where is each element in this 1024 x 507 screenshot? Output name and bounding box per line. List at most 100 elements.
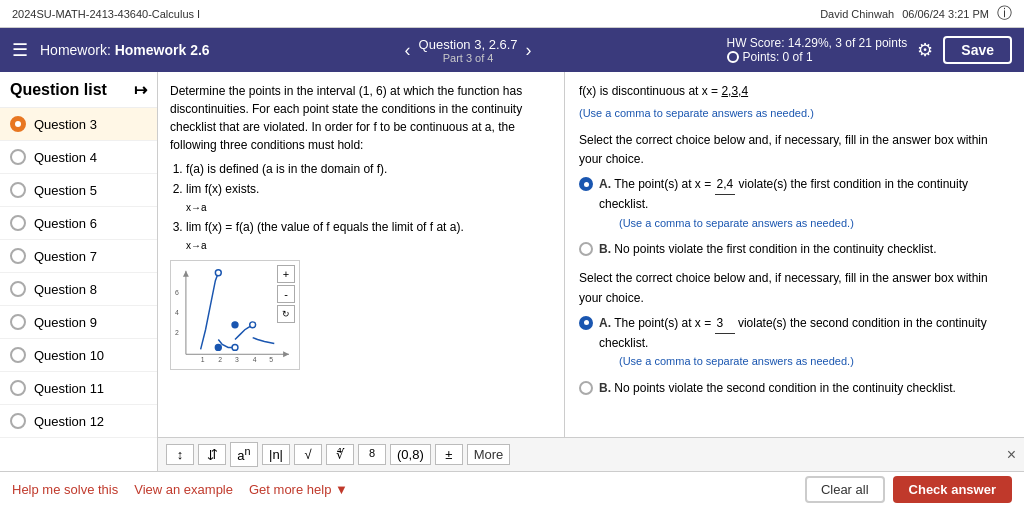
- prev-question-button[interactable]: ‹: [405, 40, 411, 61]
- math-btn-superscript[interactable]: an: [230, 442, 258, 466]
- svg-text:3: 3: [235, 356, 239, 363]
- sidebar-item-question5[interactable]: Question 5: [0, 174, 157, 207]
- sidebar-item-question3[interactable]: Question 3: [0, 108, 157, 141]
- math-btn-more[interactable]: More: [467, 444, 511, 465]
- clear-all-button[interactable]: Clear all: [805, 476, 885, 503]
- settings-button[interactable]: ⚙: [917, 39, 933, 61]
- svg-text:4: 4: [253, 356, 257, 363]
- points-circle-icon: [727, 51, 739, 63]
- math-btn-plusminus[interactable]: ±: [435, 444, 463, 465]
- use-comma-note[interactable]: (Use a comma to separate answers as need…: [579, 105, 1010, 123]
- svg-point-12: [215, 270, 221, 276]
- first-condition-group: A. The point(s) at x = 2,4 violate(s) th…: [579, 175, 1010, 259]
- collapse-sidebar-icon[interactable]: ↦: [134, 80, 147, 99]
- second-condition-option-a[interactable]: A. The point(s) at x = 3 violate(s) the …: [579, 314, 1010, 375]
- q6-circle: [10, 215, 26, 231]
- first-condition-option-a[interactable]: A. The point(s) at x = 2,4 violate(s) th…: [579, 175, 1010, 236]
- svg-text:1: 1: [201, 356, 205, 363]
- second-condition-group: A. The point(s) at x = 3 violate(s) the …: [579, 314, 1010, 398]
- sidebar-item-question9[interactable]: Question 9: [0, 306, 157, 339]
- second-b-radio[interactable]: [579, 381, 593, 395]
- math-btn-updown[interactable]: ↕: [166, 444, 194, 465]
- q3-circle: [10, 116, 26, 132]
- second-condition-comma-link[interactable]: (Use a comma to separate answers as need…: [619, 353, 1010, 371]
- svg-text:2: 2: [218, 356, 222, 363]
- svg-marker-3: [183, 271, 189, 277]
- question-list-header: Question list ↦: [0, 72, 157, 108]
- q9-circle: [10, 314, 26, 330]
- get-more-help-dropdown[interactable]: Get more help ▼: [249, 482, 348, 497]
- sidebar-item-question7[interactable]: Question 7: [0, 240, 157, 273]
- svg-point-16: [250, 322, 256, 328]
- view-example-link[interactable]: View an example: [134, 482, 233, 497]
- sidebar-item-question4[interactable]: Question 4: [0, 141, 157, 174]
- homework-title: Homework: Homework 2.6: [40, 42, 210, 58]
- zoom-out-button[interactable]: -: [277, 285, 295, 303]
- bottom-bar: Help me solve this View an example Get m…: [0, 471, 1024, 507]
- svg-text:6: 6: [175, 289, 179, 296]
- select-correct-label-2: Select the correct choice below and, if …: [579, 269, 1010, 307]
- nav-center: ‹ Question 3, 2.6.7 Part 3 of 4 ›: [222, 37, 715, 64]
- help-solve-link[interactable]: Help me solve this: [12, 482, 118, 497]
- sidebar-item-question12[interactable]: Question 12: [0, 405, 157, 438]
- course-title: 2024SU-MATH-2413-43640-Calculus I: [12, 8, 200, 20]
- save-button[interactable]: Save: [943, 36, 1012, 64]
- math-btn-abs[interactable]: |n|: [262, 444, 290, 465]
- main-layout: Question list ↦ Question 3 Question 4 Qu…: [0, 72, 1024, 507]
- discontinuous-statement: f(x) is discontinuous at x = 2,3,4: [579, 82, 1010, 101]
- help-icon[interactable]: ⓘ: [997, 4, 1012, 23]
- toolbar-close-button[interactable]: ×: [1007, 446, 1016, 464]
- q8-circle: [10, 281, 26, 297]
- first-condition-comma-link[interactable]: (Use a comma to separate answers as need…: [619, 215, 1010, 233]
- math-btn-sqrt[interactable]: √: [294, 444, 322, 465]
- second-a-radio[interactable]: [579, 316, 593, 330]
- condition-1: f(a) is defined (a is in the domain of f…: [186, 160, 552, 178]
- condition-2: lim f(x) exists. x→a: [186, 180, 552, 216]
- math-btn-nthroot[interactable]: ∜: [326, 444, 354, 465]
- first-b-radio[interactable]: [579, 242, 593, 256]
- q4-circle: [10, 149, 26, 165]
- sidebar-item-question6[interactable]: Question 6: [0, 207, 157, 240]
- top-bar: 2024SU-MATH-2413-43640-Calculus I David …: [0, 0, 1024, 28]
- svg-point-14: [232, 344, 238, 350]
- check-answer-button[interactable]: Check answer: [893, 476, 1012, 503]
- sidebar-item-question11[interactable]: Question 11: [0, 372, 157, 405]
- question-info: Question 3, 2.6.7 Part 3 of 4: [419, 37, 518, 64]
- svg-point-13: [215, 344, 221, 350]
- condition-3: lim f(x) = f(a) (the value of f equals t…: [186, 218, 552, 254]
- svg-text:4: 4: [175, 309, 179, 316]
- select-correct-label: Select the correct choice below and, if …: [579, 131, 1010, 169]
- math-btn-subscript[interactable]: 8: [358, 444, 386, 465]
- menu-icon[interactable]: ☰: [12, 39, 28, 61]
- math-btn-arrows[interactable]: ⇵: [198, 444, 226, 465]
- zoom-in-button[interactable]: +: [277, 265, 295, 283]
- zoom-controls: + - ↻: [277, 265, 295, 323]
- nav-right: HW Score: 14.29%, 3 of 21 points Points:…: [727, 36, 1012, 64]
- next-question-button[interactable]: ›: [526, 40, 532, 61]
- svg-point-15: [232, 322, 238, 328]
- svg-marker-2: [283, 351, 289, 357]
- svg-text:2: 2: [175, 329, 179, 336]
- question-list-sidebar: Question list ↦ Question 3 Question 4 Qu…: [0, 72, 158, 507]
- math-toolbar: ↕ ⇵ an |n| √ ∜ 8 (0,8) ± More ×: [158, 437, 1024, 471]
- q11-circle: [10, 380, 26, 396]
- reset-view-button[interactable]: ↻: [277, 305, 295, 323]
- sidebar-item-question10[interactable]: Question 10: [0, 339, 157, 372]
- q5-circle: [10, 182, 26, 198]
- discontinuous-values: 2,3,4: [721, 84, 748, 98]
- username: David Chinwah: [820, 8, 894, 20]
- first-condition-answer[interactable]: 2,4: [715, 175, 736, 195]
- math-btn-interval[interactable]: (0,8): [390, 444, 431, 465]
- second-condition-answer[interactable]: 3: [715, 314, 735, 334]
- instructions-text: Determine the points in the interval (1,…: [170, 82, 552, 154]
- first-a-radio[interactable]: [579, 177, 593, 191]
- datetime: 06/06/24 3:21 PM: [902, 8, 989, 20]
- first-condition-option-b[interactable]: B. No points violate the first condition…: [579, 240, 1010, 259]
- graph-container: 1 2 3 4 5 2 4 6: [170, 260, 300, 370]
- hw-score: HW Score: 14.29%, 3 of 21 points Points:…: [727, 36, 908, 64]
- nav-bar: ☰ Homework: Homework 2.6 ‹ Question 3, 2…: [0, 28, 1024, 72]
- q12-circle: [10, 413, 26, 429]
- second-condition-option-b[interactable]: B. No points violate the second conditio…: [579, 379, 1010, 398]
- sidebar-item-question8[interactable]: Question 8: [0, 273, 157, 306]
- svg-text:5: 5: [269, 356, 273, 363]
